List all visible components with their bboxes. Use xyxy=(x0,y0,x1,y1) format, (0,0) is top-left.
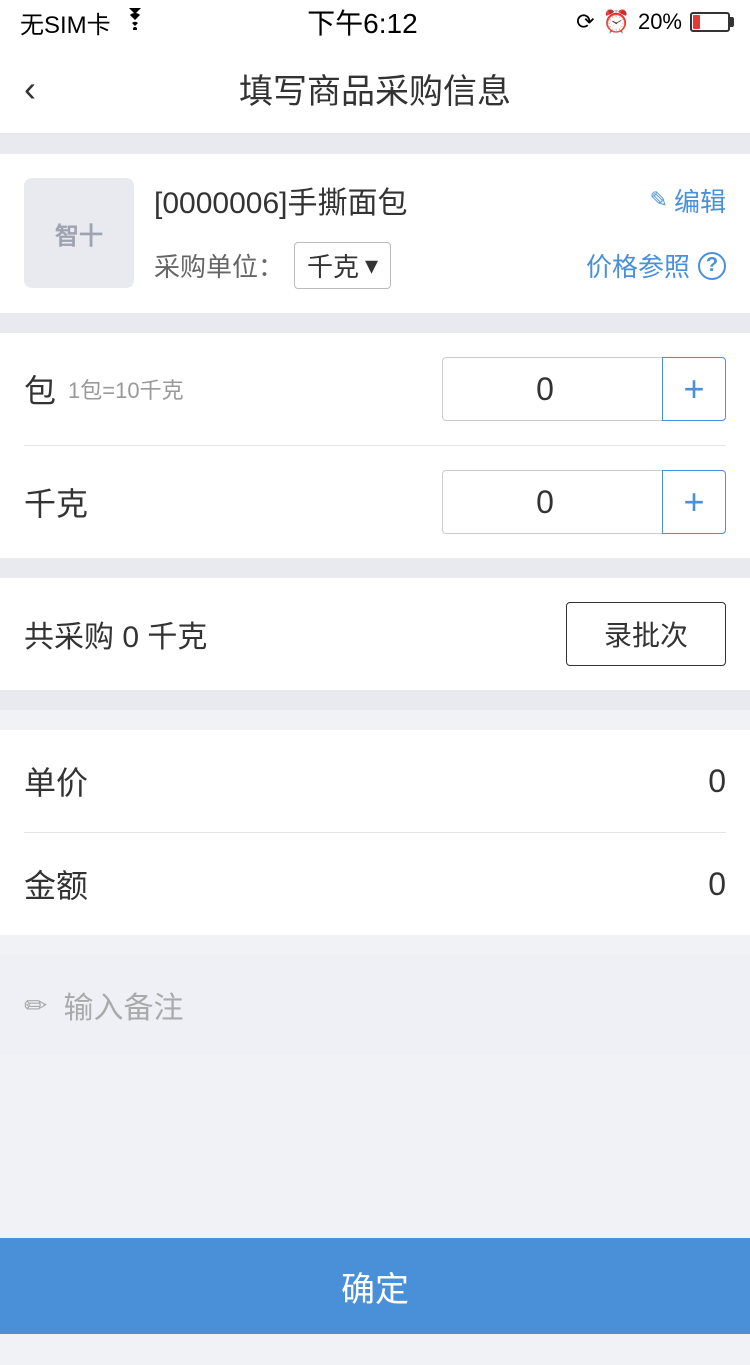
unit-selector: 采购单位： 千克 ▾ xyxy=(154,242,391,289)
amount-value: 0 xyxy=(708,866,726,903)
status-bar: 无SIM卡 下午6:12 ⟳ ⏰ 20% xyxy=(0,0,750,44)
total-section: 共采购 0 千克 录批次 xyxy=(0,578,750,690)
edit-icon: ✎ xyxy=(650,187,668,213)
product-info: [0000006]手撕面包 ✎ 编辑 采购单位： 千克 ▾ 价格参照 ? xyxy=(154,178,726,289)
amount-label: 金额 xyxy=(24,861,88,907)
note-section[interactable]: ✏ 输入备注 xyxy=(0,955,750,1055)
edit-button[interactable]: ✎ 编辑 xyxy=(650,182,726,219)
location-icon: ⟳ xyxy=(576,9,594,35)
mid-divider-2 xyxy=(0,558,750,578)
bag-plus-button[interactable]: + xyxy=(662,357,726,421)
confirm-button[interactable]: 确定 xyxy=(0,1238,750,1334)
product-name-row: [0000006]手撕面包 ✎ 编辑 xyxy=(154,178,726,222)
unit-price-value: 0 xyxy=(708,763,726,800)
status-time: 下午6:12 xyxy=(307,2,418,42)
batch-button[interactable]: 录批次 xyxy=(566,602,726,666)
amount-row: 金额 0 xyxy=(0,833,750,935)
unit-price-row: 单价 0 xyxy=(0,730,750,832)
page-title: 填写商品采购信息 xyxy=(239,64,511,113)
carrier-text: 无SIM卡 xyxy=(20,5,111,40)
kg-quantity-input[interactable] xyxy=(442,470,662,534)
kg-label: 千克 xyxy=(24,479,88,525)
help-icon: ? xyxy=(698,252,726,280)
product-name: [0000006]手撕面包 xyxy=(154,178,407,222)
mid-divider-1 xyxy=(0,313,750,333)
unit-price-label: 单价 xyxy=(24,758,88,804)
total-label: 共采购 0 千克 xyxy=(24,612,207,656)
bag-input-group: + xyxy=(442,357,726,421)
product-card: 智十 [0000006]手撕面包 ✎ 编辑 采购单位： 千克 ▾ 价格参照 ? xyxy=(0,154,750,313)
product-unit-row: 采购单位： 千克 ▾ 价格参照 ? xyxy=(154,242,726,289)
chevron-down-icon: ▾ xyxy=(365,250,378,281)
note-placeholder-text: 输入备注 xyxy=(63,983,183,1027)
kg-input-row: 千克 + xyxy=(0,446,750,558)
bag-label: 包 1包=10千克 xyxy=(24,366,184,412)
alarm-icon: ⏰ xyxy=(603,9,630,35)
battery-pct: 20% xyxy=(638,9,682,35)
mid-divider-3 xyxy=(0,690,750,710)
price-ref-button[interactable]: 价格参照 ? xyxy=(586,247,726,284)
input-section: 包 1包=10千克 + 千克 + xyxy=(0,333,750,558)
top-divider xyxy=(0,134,750,154)
product-image: 智十 xyxy=(24,178,134,288)
unit-label: 采购单位： xyxy=(154,247,284,284)
bag-sub-label: 1包=10千克 xyxy=(68,373,184,405)
bag-input-row: 包 1包=10千克 + xyxy=(0,333,750,445)
info-section: 单价 0 金额 0 xyxy=(0,730,750,935)
status-left: 无SIM卡 xyxy=(20,5,149,40)
nav-header: ‹ 填写商品采购信息 xyxy=(0,44,750,134)
bag-quantity-input[interactable] xyxy=(442,357,662,421)
wifi-icon xyxy=(121,8,149,37)
back-button[interactable]: ‹ xyxy=(24,68,36,110)
kg-input-group: + xyxy=(442,470,726,534)
pencil-icon: ✏ xyxy=(24,989,47,1022)
battery-icon xyxy=(690,12,730,32)
status-right: ⟳ ⏰ 20% xyxy=(576,9,730,35)
kg-plus-button[interactable]: + xyxy=(662,470,726,534)
unit-select-btn[interactable]: 千克 ▾ xyxy=(294,242,391,289)
